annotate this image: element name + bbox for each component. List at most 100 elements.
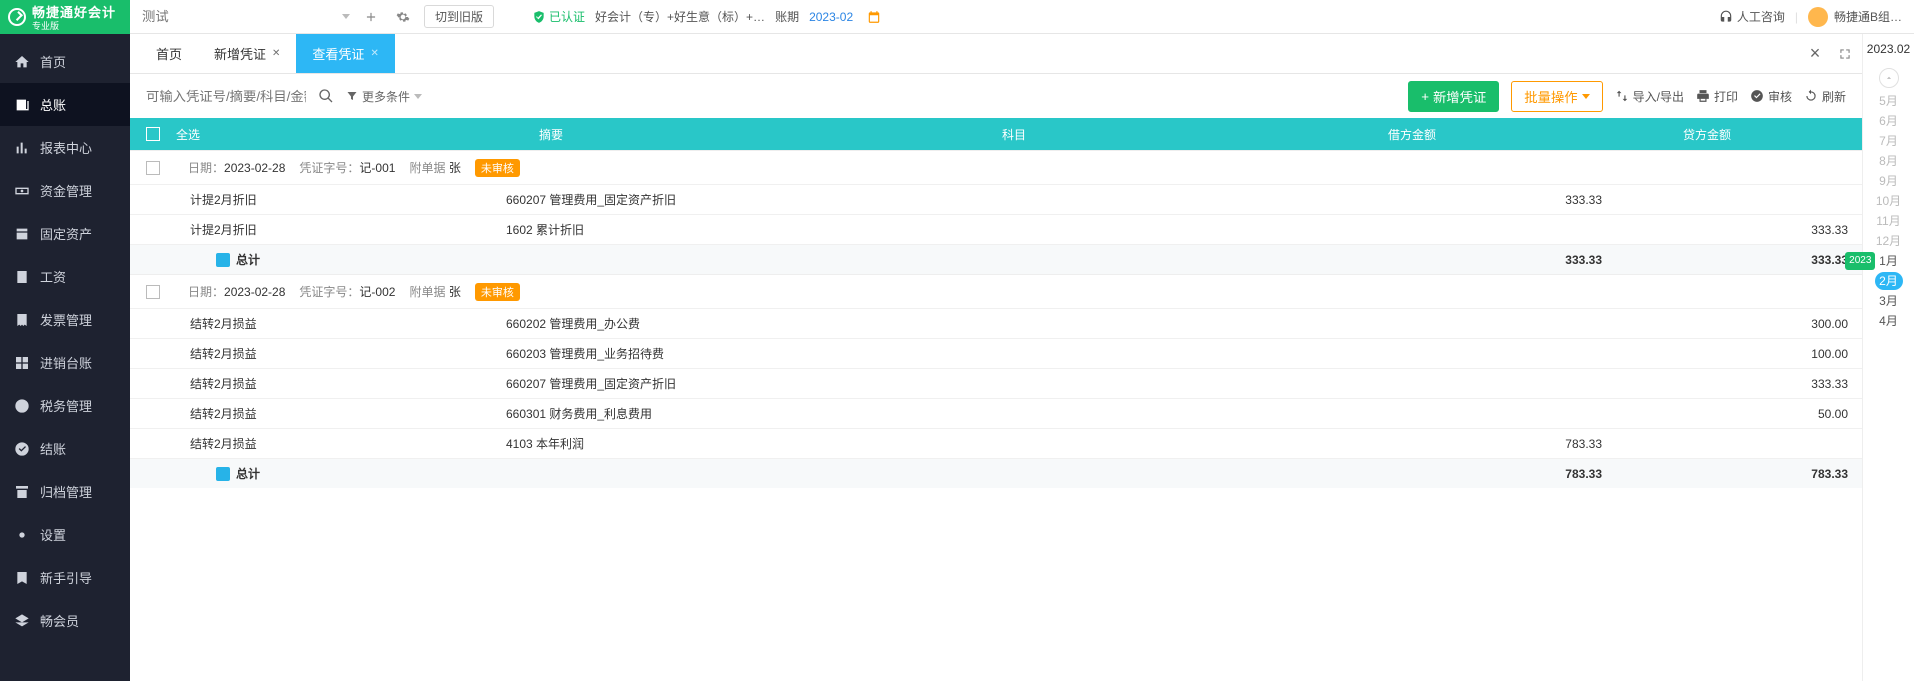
sidebar-item-archive[interactable]: 归档管理	[0, 470, 130, 513]
user-name: 畅捷通B组…	[1834, 8, 1902, 25]
cell-subject: 1602 累计折旧	[506, 221, 1342, 238]
chevron-up-icon	[1884, 73, 1894, 83]
rail-month[interactable]: 9月	[1879, 172, 1898, 190]
cell-subject: 660301 财务费用_利息费用	[506, 405, 1342, 422]
tab-首页[interactable]: 首页	[140, 34, 198, 73]
close-icon[interactable]: ✕	[272, 48, 280, 59]
batch-actions-button[interactable]: 批量操作	[1511, 81, 1602, 112]
rail-month[interactable]: 5月	[1879, 92, 1898, 110]
sidebar-item-settings[interactable]: 设置	[0, 513, 130, 556]
date-value: 2023-02-28	[224, 285, 285, 299]
sidebar-item-home[interactable]: 首页	[0, 40, 130, 83]
help-label: 人工咨询	[1737, 8, 1785, 25]
sidebar-item-label: 报表中心	[40, 138, 92, 157]
table-row[interactable]: 计提2月折旧 660207 管理费用_固定资产折旧 333.33	[130, 184, 1862, 214]
ledger-icon	[14, 97, 30, 113]
sidebar-item-label: 结账	[40, 439, 66, 458]
user-menu[interactable]: 畅捷通B组…	[1808, 7, 1902, 27]
tab-label: 查看凭证	[312, 44, 364, 63]
fullscreen-button[interactable]	[1834, 43, 1856, 65]
cloud-check-icon	[8, 8, 26, 26]
refresh-link[interactable]: 刷新	[1804, 88, 1846, 105]
total-row: 总计 333.33 333.33	[130, 244, 1862, 274]
rail-month[interactable]: 4月	[1879, 312, 1898, 330]
import-export-link[interactable]: 导入/导出	[1615, 88, 1684, 105]
period-label: 账期	[775, 8, 799, 25]
sidebar-item-asset[interactable]: 固定资产	[0, 212, 130, 255]
rail-month[interactable]: 12月	[1876, 232, 1901, 250]
sidebar-item-label: 工资	[40, 267, 66, 286]
tab-新增凭证[interactable]: 新增凭证✕	[198, 34, 296, 73]
rail-month[interactable]: 8月	[1879, 152, 1898, 170]
rail-month[interactable]: 6月	[1879, 112, 1898, 130]
period-picker-button[interactable]	[863, 6, 885, 28]
settings-icon	[14, 527, 30, 543]
filter-button[interactable]: 更多条件	[346, 88, 422, 105]
tab-查看凭证[interactable]: 查看凭证 ✕	[296, 34, 394, 73]
sidebar-item-stock[interactable]: 进销台账	[0, 341, 130, 384]
rail-year[interactable]: 2023.02	[1867, 34, 1910, 64]
period-value[interactable]: 2023-02	[809, 10, 853, 24]
sidebar-item-close[interactable]: 结账	[0, 427, 130, 470]
topbar: 切到旧版 已认证 好会计（专）+好生意（标）+… 账期 2023-02 人工咨询…	[130, 0, 1914, 34]
close-icon[interactable]: ✕	[370, 48, 378, 59]
row-checkbox[interactable]	[146, 285, 160, 299]
chevron-down-icon[interactable]	[342, 14, 350, 19]
attach-count: 张	[449, 161, 461, 175]
add-org-button[interactable]	[360, 6, 382, 28]
voucher-group-header: 日期：2023-02-28 凭证字号：记-002 附单据 张 未审核	[130, 274, 1862, 308]
voucher-value[interactable]: 记-001	[359, 161, 395, 175]
search-icon	[318, 88, 334, 104]
sidebar-item-ledger[interactable]: 总账	[0, 83, 130, 126]
table-row[interactable]: 结转2月损益 660203 管理费用_业务招待费 100.00	[130, 338, 1862, 368]
sidebar-item-cash[interactable]: 资金管理	[0, 169, 130, 212]
table-row[interactable]: 结转2月损益 660301 财务费用_利息费用 50.00	[130, 398, 1862, 428]
funnel-icon	[346, 90, 358, 102]
cell-subject: 660207 管理费用_固定资产折旧	[506, 191, 1342, 208]
org-select[interactable]	[142, 9, 332, 24]
search-button[interactable]	[318, 88, 334, 104]
rail-month[interactable]: 1月	[1879, 252, 1898, 270]
row-checkbox[interactable]	[146, 161, 160, 175]
rail-month[interactable]: 3月	[1879, 292, 1898, 310]
help-link[interactable]: 人工咨询	[1719, 8, 1785, 25]
rail-month[interactable]: 11月	[1876, 212, 1900, 230]
period-rail: 2023.02 5月 6月 7月 8月 9月 10月 11月 12月 1月 2月 3月 4月	[1862, 34, 1914, 681]
switch-legacy-button[interactable]: 切到旧版	[424, 5, 494, 28]
headset-icon	[1719, 10, 1733, 24]
print-link[interactable]: 打印	[1696, 88, 1738, 105]
sidebar-item-invoice[interactable]: 发票管理	[0, 298, 130, 341]
sidebar-item-payroll[interactable]: 工资	[0, 255, 130, 298]
expand-icon	[1838, 47, 1852, 61]
sigma-icon	[216, 253, 230, 267]
chart-icon	[14, 140, 30, 156]
sidebar-item-label: 进销台账	[40, 353, 92, 372]
table-row[interactable]: 结转2月损益 660202 管理费用_办公费 300.00	[130, 308, 1862, 338]
status-badge: 未审核	[475, 159, 520, 177]
search-input[interactable]	[146, 89, 306, 104]
add-voucher-button[interactable]: + 新增凭证	[1408, 81, 1499, 112]
rail-month[interactable]: 7月	[1879, 132, 1898, 150]
sidebar-item-chart[interactable]: 报表中心	[0, 126, 130, 169]
sidebar-item-guide[interactable]: 新手引导	[0, 556, 130, 599]
rail-prev-button[interactable]	[1879, 68, 1899, 88]
rail-month[interactable]: 10月	[1876, 192, 1901, 210]
refresh-icon	[1804, 89, 1818, 103]
audit-link[interactable]: 审核	[1750, 88, 1792, 105]
table-row[interactable]: 计提2月折旧 1602 累计折旧 333.33	[130, 214, 1862, 244]
close-all-tabs-button[interactable]: ×	[1804, 43, 1826, 65]
total-credit: 333.33	[1602, 253, 1862, 267]
table-row[interactable]: 结转2月损益 660207 管理费用_固定资产折旧 333.33	[130, 368, 1862, 398]
table-row[interactable]: 结转2月损益 4103 本年利润 783.33	[130, 428, 1862, 458]
sidebar-item-vip[interactable]: 畅会员	[0, 599, 130, 642]
settings-button[interactable]	[392, 6, 414, 28]
select-all-checkbox[interactable]	[146, 127, 160, 141]
total-credit: 783.33	[1602, 467, 1862, 481]
col-select-all[interactable]: 全选	[176, 126, 336, 143]
sidebar-item-tax[interactable]: 税务管理	[0, 384, 130, 427]
col-summary: 摘要	[336, 126, 766, 143]
rail-month[interactable]: 2月	[1875, 272, 1903, 290]
voucher-label: 凭证字号：	[299, 285, 359, 299]
voucher-value[interactable]: 记-002	[359, 285, 395, 299]
tax-icon	[14, 398, 30, 414]
